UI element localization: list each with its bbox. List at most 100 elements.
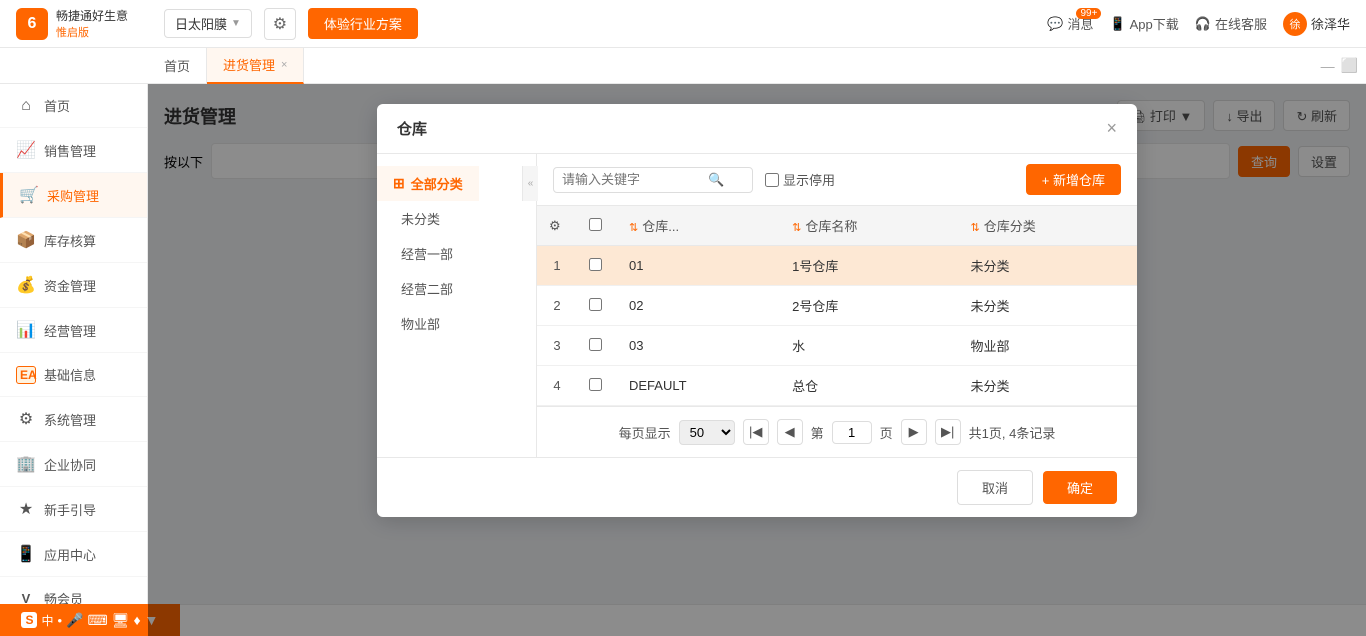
- user-profile[interactable]: 徐 徐泽华: [1283, 12, 1350, 36]
- message-icon: 💬: [1047, 16, 1063, 32]
- top-header: 6 畅捷通好生意 惟启版 日太阳膜 ▼ ⚙ 体验行业方案 💬 消息 99+ 📱 …: [0, 0, 1366, 48]
- app-download-button[interactable]: 📱 App下载: [1109, 14, 1178, 33]
- search-icon[interactable]: 🔍: [708, 172, 724, 188]
- modal-header: 仓库 ×: [377, 104, 1137, 154]
- sidebar-item-apps[interactable]: 📱 应用中心: [0, 532, 147, 577]
- grid-icon: ⊞: [393, 175, 405, 192]
- row-category: 未分类: [959, 286, 1137, 326]
- modal-overlay: 仓库 × ⊞ 全部分类 «: [148, 84, 1366, 636]
- finance-icon: 💰: [16, 275, 36, 295]
- modal-title: 仓库: [397, 118, 427, 139]
- table-row[interactable]: 1 01 1号仓库 未分类: [537, 246, 1137, 286]
- col-checkbox: [577, 206, 617, 246]
- sort-icon-cat: ⇅: [971, 222, 980, 234]
- row-num: 3: [537, 326, 577, 366]
- category-item-dept1[interactable]: 经营一部: [377, 236, 536, 271]
- first-page-button[interactable]: |◀: [743, 419, 769, 445]
- category-item-property[interactable]: 物业部: [377, 306, 536, 341]
- sort-icon: ⇅: [629, 222, 638, 234]
- sidebar-item-system[interactable]: ⚙ 系统管理: [0, 397, 147, 442]
- category-item-uncategorized[interactable]: 未分类: [377, 201, 536, 236]
- add-warehouse-button[interactable]: + 新增仓库: [1026, 164, 1121, 195]
- collapse-icon: «: [528, 178, 534, 189]
- row-category: 未分类: [959, 366, 1137, 406]
- category-all-item[interactable]: ⊞ 全部分类: [377, 166, 479, 201]
- table-row[interactable]: 2 02 2号仓库 未分类: [537, 286, 1137, 326]
- monitor-icon[interactable]: 🖥: [112, 612, 130, 629]
- row-checkbox: [577, 326, 617, 366]
- maximize-icon[interactable]: ⬜: [1341, 57, 1358, 74]
- data-table: ⚙ ⇅仓库...: [537, 206, 1137, 406]
- apps-icon: 📱: [16, 544, 36, 564]
- col-category: ⇅仓库分类: [959, 206, 1137, 246]
- minimize-icon[interactable]: —: [1321, 58, 1335, 74]
- purchase-icon: 🛒: [19, 185, 39, 205]
- row-checkbox: [577, 366, 617, 406]
- sidebar-item-sales[interactable]: 📈 销售管理: [0, 128, 147, 173]
- avatar-icon: 徐: [1283, 12, 1307, 36]
- tab-purchase[interactable]: 进货管理 ×: [207, 48, 304, 84]
- settings-button[interactable]: ⚙: [264, 8, 296, 40]
- sidebar-item-basic-info[interactable]: EA 基础信息: [0, 353, 147, 397]
- row-num: 1: [537, 246, 577, 286]
- col-name: ⇅仓库名称: [780, 206, 958, 246]
- search-input[interactable]: [562, 172, 702, 187]
- sidebar-item-purchase[interactable]: 🛒 采购管理: [0, 173, 147, 218]
- tab-close-icon[interactable]: ×: [281, 59, 287, 71]
- messages-button[interactable]: 💬 消息 99+: [1047, 14, 1093, 33]
- s-logo: S: [21, 612, 37, 628]
- sidebar-item-finance[interactable]: 💰 资金管理: [0, 263, 147, 308]
- row-category: 未分类: [959, 246, 1137, 286]
- cancel-button[interactable]: 取消: [957, 470, 1033, 505]
- confirm-button[interactable]: 确定: [1043, 471, 1117, 504]
- trial-button[interactable]: 体验行业方案: [308, 8, 418, 39]
- modal-close-button[interactable]: ×: [1106, 118, 1117, 139]
- sidebar-item-enterprise[interactable]: 🏢 企业协同: [0, 442, 147, 487]
- pagination: 每页显示 50 20 100 |◀ ◀ 第 页 ▶: [537, 406, 1137, 457]
- col-settings: ⚙: [537, 206, 577, 246]
- system-icon: ⚙: [16, 409, 36, 429]
- table-row[interactable]: 4 DEFAULT 总仓 未分类: [537, 366, 1137, 406]
- business-icon: 📊: [16, 320, 36, 340]
- select-all-checkbox[interactable]: [589, 218, 602, 231]
- col-settings-icon[interactable]: ⚙: [549, 218, 561, 233]
- sidebar-item-business[interactable]: 📊 经营管理: [0, 308, 147, 353]
- tab-home[interactable]: 首页: [148, 48, 207, 84]
- diamond-icon: ♦: [134, 612, 141, 628]
- modal-body: ⊞ 全部分类 « 未分类 经营一部 经营二部 物业部: [377, 154, 1137, 457]
- sidebar-item-inventory[interactable]: 📦 库存核算: [0, 218, 147, 263]
- row-num: 4: [537, 366, 577, 406]
- show-disabled-checkbox[interactable]: [765, 173, 779, 187]
- current-page-input[interactable]: [832, 421, 872, 444]
- chevron-down-icon: ▼: [231, 18, 241, 29]
- collapse-panel-button[interactable]: «: [522, 166, 538, 201]
- enterprise-icon: 🏢: [16, 454, 36, 474]
- sort-icon-name: ⇅: [792, 222, 801, 234]
- warehouse-table: ⚙ ⇅仓库...: [537, 206, 1137, 406]
- prev-page-button[interactable]: ◀: [777, 419, 803, 445]
- row-category: 物业部: [959, 326, 1137, 366]
- last-page-button[interactable]: ▶|: [935, 419, 961, 445]
- warehouse-modal: 仓库 × ⊞ 全部分类 «: [377, 104, 1137, 517]
- logo-text: 畅捷通好生意 惟启版: [56, 7, 128, 40]
- sidebar-item-guide[interactable]: ★ 新手引导: [0, 487, 147, 532]
- content-area: 进货管理 🖨 打印 ▼ ↓ 导出 ↻ 刷新 按以下 查询 设置 仓库 ×: [148, 84, 1366, 636]
- header-right: 💬 消息 99+ 📱 App下载 🎧 在线客服 徐 徐泽华: [1047, 12, 1350, 36]
- microphone-icon[interactable]: 🎤: [66, 612, 83, 629]
- sales-icon: 📈: [16, 140, 36, 160]
- row-checkbox: [577, 246, 617, 286]
- inventory-icon: 📦: [16, 230, 36, 250]
- company-select[interactable]: 日太阳膜 ▼: [164, 9, 252, 38]
- table-panel: 🔍 显示停用 + 新增仓库: [537, 154, 1137, 457]
- keyboard-icon[interactable]: ⌨: [88, 612, 108, 629]
- nav-tabs: 首页 进货管理 × — ⬜: [0, 48, 1366, 84]
- table-row[interactable]: 3 03 水 物业部: [537, 326, 1137, 366]
- category-item-dept2[interactable]: 经营二部: [377, 271, 536, 306]
- home-icon: ⌂: [16, 97, 36, 115]
- logo-area: 6 畅捷通好生意 惟启版: [16, 7, 164, 40]
- sidebar-item-home[interactable]: ⌂ 首页: [0, 84, 147, 128]
- messages-badge: 99+: [1076, 8, 1101, 19]
- next-page-button[interactable]: ▶: [901, 419, 927, 445]
- online-service-button[interactable]: 🎧 在线客服: [1195, 14, 1267, 33]
- per-page-select[interactable]: 50 20 100: [679, 420, 735, 445]
